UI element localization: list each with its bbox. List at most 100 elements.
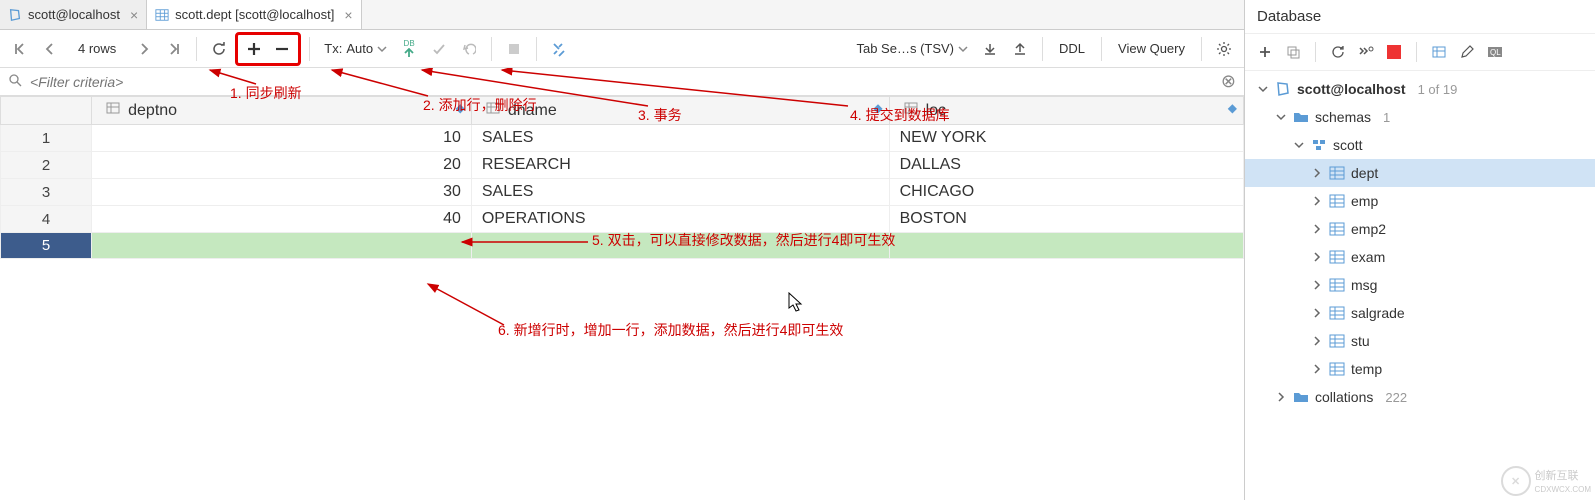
cell-dname[interactable]: OPERATIONS [471, 206, 889, 233]
table-row[interactable]: 3 30 SALES CHICAGO [1, 179, 1244, 206]
tree-node-table[interactable]: temp [1245, 355, 1595, 383]
column-header-deptno[interactable]: deptno◆ [92, 97, 472, 125]
sort-icon[interactable]: ◆ [456, 101, 465, 115]
refresh-tree-button[interactable] [1326, 40, 1350, 64]
row-number[interactable]: 3 [1, 179, 92, 206]
tree-node-table[interactable]: emp2 [1245, 215, 1595, 243]
revert-button[interactable] [455, 35, 483, 63]
tree-node-table[interactable]: emp [1245, 187, 1595, 215]
cell-deptno[interactable]: 30 [92, 179, 472, 206]
table-view-button[interactable] [1427, 40, 1451, 64]
chevron-down-icon[interactable] [1293, 139, 1305, 151]
table-icon [1329, 277, 1345, 293]
tab-table-active[interactable]: scott.dept [scott@localhost] × [147, 0, 361, 29]
chevron-right-icon[interactable] [1275, 391, 1287, 403]
chevron-right-icon[interactable] [1311, 223, 1323, 235]
filter-input[interactable] [30, 74, 1213, 90]
cell-deptno[interactable]: 10 [92, 125, 472, 152]
cell-dname[interactable] [471, 233, 889, 259]
add-delete-highlight [235, 32, 301, 66]
cell-loc[interactable]: CHICAGO [889, 179, 1243, 206]
table-row[interactable]: 4 40 OPERATIONS BOSTON [1, 206, 1244, 233]
add-datasource-button[interactable] [1253, 40, 1277, 64]
chevron-down-icon[interactable] [1257, 83, 1269, 95]
settings-button[interactable] [1210, 35, 1238, 63]
row-number[interactable]: 4 [1, 206, 92, 233]
tree-node-collations[interactable]: collations 222 [1245, 383, 1595, 411]
duplicate-button[interactable] [1281, 40, 1305, 64]
cell-loc[interactable]: NEW YORK [889, 125, 1243, 152]
last-page-button[interactable] [160, 35, 188, 63]
cell-deptno[interactable] [92, 233, 472, 259]
add-row-button[interactable] [240, 35, 268, 63]
database-tree: scott@localhost 1 of 19 schemas 1 scott … [1245, 71, 1595, 415]
delete-row-button[interactable] [268, 35, 296, 63]
chevron-right-icon[interactable] [1311, 335, 1323, 347]
close-icon[interactable]: × [130, 7, 138, 23]
chevron-right-icon[interactable] [1311, 251, 1323, 263]
tree-node-table[interactable]: stu [1245, 327, 1595, 355]
stop-button[interactable] [500, 35, 528, 63]
cell-dname[interactable]: RESEARCH [471, 152, 889, 179]
compare-button[interactable] [545, 35, 573, 63]
first-page-button[interactable] [6, 35, 34, 63]
settings-tree-button[interactable] [1354, 40, 1378, 64]
prev-page-button[interactable] [36, 35, 64, 63]
table-icon [1329, 193, 1345, 209]
row-number[interactable]: 2 [1, 152, 92, 179]
view-query-button[interactable]: View Query [1110, 41, 1193, 56]
console-button[interactable]: QL [1483, 40, 1507, 64]
ddl-button[interactable]: DDL [1051, 41, 1093, 56]
column-header-dname[interactable]: dname◆ [471, 97, 889, 125]
cell-loc[interactable]: BOSTON [889, 206, 1243, 233]
tabsep-label: Tab Se…s (TSV) [856, 41, 954, 56]
table-icon [1329, 333, 1345, 349]
close-icon[interactable]: × [344, 7, 352, 23]
cell-loc[interactable]: DALLAS [889, 152, 1243, 179]
row-number[interactable]: 5 [1, 233, 92, 259]
chevron-right-icon[interactable] [1311, 307, 1323, 319]
corner-cell[interactable] [1, 97, 92, 125]
chevron-down-icon[interactable] [1275, 111, 1287, 123]
tree-node-table[interactable]: dept [1245, 159, 1595, 187]
chevron-right-icon[interactable] [1311, 195, 1323, 207]
cell-dname[interactable]: SALES [471, 179, 889, 206]
export-format-dropdown[interactable]: Tab Se…s (TSV) [850, 41, 974, 56]
column-header-loc[interactable]: loc◆ [889, 97, 1243, 125]
cell-deptno[interactable]: 20 [92, 152, 472, 179]
edit-button[interactable] [1455, 40, 1479, 64]
tree-node-connection[interactable]: scott@localhost 1 of 19 [1245, 75, 1595, 103]
table-row[interactable]: 2 20 RESEARCH DALLAS [1, 152, 1244, 179]
database-sidebar: Database QL scott@localhost 1 of 19 sche… [1245, 0, 1595, 500]
stop-tree-button[interactable] [1382, 40, 1406, 64]
tree-node-table[interactable]: msg [1245, 271, 1595, 299]
tree-node-schemas[interactable]: schemas 1 [1245, 103, 1595, 131]
chevron-right-icon[interactable] [1311, 363, 1323, 375]
tab-connection[interactable]: scott@localhost × [0, 0, 147, 29]
chevron-right-icon[interactable] [1311, 167, 1323, 179]
db-connect-icon [8, 8, 22, 22]
commit-db-button[interactable]: DB [395, 35, 423, 63]
table-row-new[interactable]: 5 [1, 233, 1244, 259]
tree-node-table[interactable]: exam [1245, 243, 1595, 271]
cursor-icon [788, 292, 806, 314]
sort-icon[interactable]: ◆ [873, 101, 882, 115]
tree-node-schema-scott[interactable]: scott [1245, 131, 1595, 159]
apply-button[interactable] [425, 35, 453, 63]
tree-node-table[interactable]: salgrade [1245, 299, 1595, 327]
sort-icon[interactable]: ◆ [1228, 101, 1237, 115]
export-button[interactable] [976, 35, 1004, 63]
chevron-right-icon[interactable] [1311, 279, 1323, 291]
cell-loc[interactable] [889, 233, 1243, 259]
tx-mode-dropdown[interactable]: Tx: Auto [318, 41, 393, 56]
next-page-button[interactable] [130, 35, 158, 63]
cell-deptno[interactable]: 40 [92, 206, 472, 233]
import-button[interactable] [1006, 35, 1034, 63]
refresh-button[interactable] [205, 35, 233, 63]
sidebar-title: Database [1245, 0, 1595, 34]
row-number[interactable]: 1 [1, 125, 92, 152]
table-icon [1329, 361, 1345, 377]
cell-dname[interactable]: SALES [471, 125, 889, 152]
table-row[interactable]: 1 10 SALES NEW YORK [1, 125, 1244, 152]
clear-filter-icon[interactable]: ⊗ [1221, 71, 1236, 92]
